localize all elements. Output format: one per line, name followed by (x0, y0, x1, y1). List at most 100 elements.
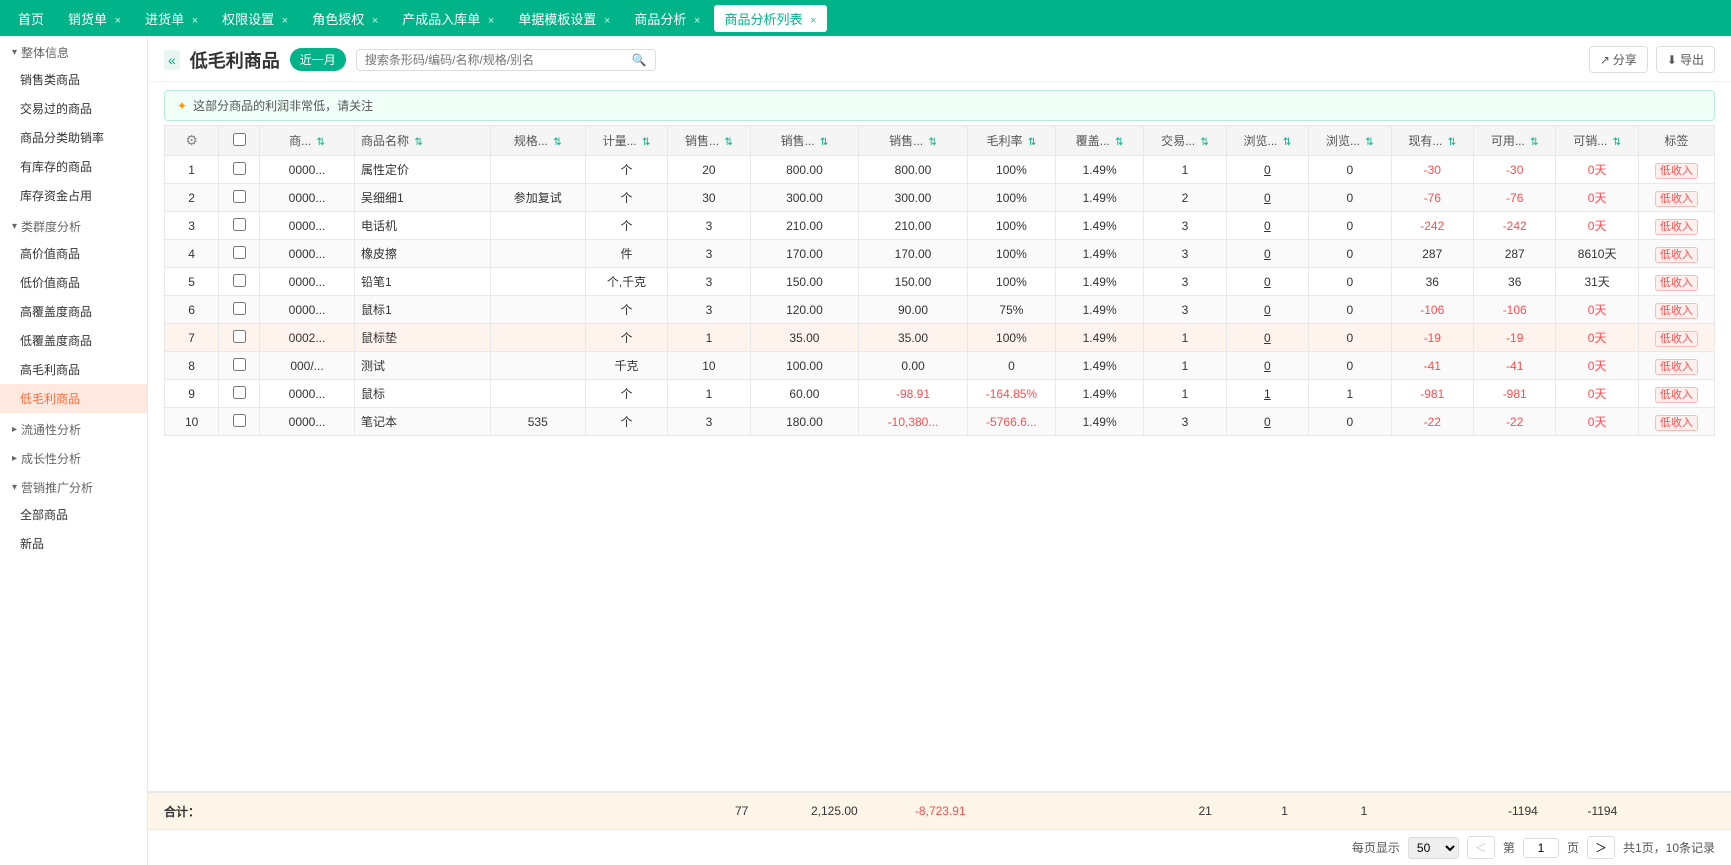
close-analysis-icon[interactable]: × (694, 15, 700, 27)
row-view1[interactable]: 0 (1226, 352, 1308, 380)
row-view1[interactable]: 1 (1226, 380, 1308, 408)
row-checkbox[interactable] (219, 240, 260, 268)
row-view1[interactable]: 0 (1226, 296, 1308, 324)
row-view1[interactable]: 0 (1226, 324, 1308, 352)
sidebar-item-high-margin[interactable]: 高毛利商品 (0, 355, 147, 384)
sidebar-item-capital[interactable]: 库存资金占用 (0, 181, 147, 210)
share-button[interactable]: ↗ 分享 (1589, 46, 1648, 73)
col-header-check[interactable] (219, 126, 260, 156)
close-roles-icon[interactable]: × (372, 15, 378, 27)
col-header-trade[interactable]: 交易... ⇅ (1144, 126, 1226, 156)
search-icon[interactable]: 🔍 (632, 53, 647, 67)
row-view2: 0 (1309, 408, 1391, 436)
sidebar-item-low-coverage[interactable]: 低覆盖度商品 (0, 326, 147, 355)
row-available: -106 (1473, 296, 1555, 324)
sidebar-group-marketing[interactable]: ▾ 营销推广分析 (0, 471, 147, 500)
row-checkbox[interactable] (219, 408, 260, 436)
sidebar-item-category-rate[interactable]: 商品分类助销率 (0, 123, 147, 152)
select-all-checkbox[interactable] (233, 133, 246, 146)
col-header-view1[interactable]: 浏览... ⇅ (1226, 126, 1308, 156)
nav-templates[interactable]: 单据模板设置 × (508, 5, 620, 32)
sidebar-group-growth[interactable]: ▸ 成长性分析 (0, 442, 147, 471)
sidebar-item-high-coverage[interactable]: 高覆盖度商品 (0, 297, 147, 326)
filter-recent-month-button[interactable]: 近一月 (290, 48, 346, 71)
row-checkbox[interactable] (219, 352, 260, 380)
col-header-spec[interactable]: 规格... ⇅ (490, 126, 585, 156)
col-header-unit[interactable]: 计量... ⇅ (585, 126, 667, 156)
row-code: 0000... (260, 408, 355, 436)
col-header-sales-profit[interactable]: 销售... ⇅ (859, 126, 968, 156)
row-unit: 个 (585, 324, 667, 352)
row-checkbox[interactable] (219, 268, 260, 296)
export-button[interactable]: ⬇ 导出 (1656, 46, 1715, 73)
row-view1[interactable]: 0 (1226, 408, 1308, 436)
nav-home[interactable]: 首页 (8, 5, 54, 32)
page-number-input[interactable] (1523, 838, 1559, 858)
close-permissions-icon[interactable]: × (282, 15, 288, 27)
col-header-name[interactable]: 商品名称 ⇅ (355, 126, 491, 156)
col-header-settings[interactable]: ⚙ (165, 126, 219, 156)
col-header-view2[interactable]: 浏览... ⇅ (1309, 126, 1391, 156)
sidebar-item-traded-goods[interactable]: 交易过的商品 (0, 94, 147, 123)
total-sales-qty: 77 (702, 799, 781, 823)
sidebar-item-new-goods[interactable]: 新品 (0, 529, 147, 558)
row-view1[interactable]: 0 (1226, 212, 1308, 240)
next-page-button[interactable]: ＞ (1587, 836, 1615, 859)
row-view2: 0 (1309, 212, 1391, 240)
sidebar-group-flow[interactable]: ▸ 流通性分析 (0, 413, 147, 442)
tag-badge: 低收入 (1655, 163, 1698, 179)
prev-page-button[interactable]: ＜ (1467, 836, 1495, 859)
row-checkbox[interactable] (219, 380, 260, 408)
row-checkbox[interactable] (219, 296, 260, 324)
row-view1[interactable]: 0 (1226, 240, 1308, 268)
col-header-coverage[interactable]: 覆盖... ⇅ (1056, 126, 1144, 156)
nav-purchase[interactable]: 进货单 × (135, 5, 208, 32)
row-checkbox[interactable] (219, 212, 260, 240)
nav-roles[interactable]: 角色授权 × (302, 5, 388, 32)
nav-analysis-list[interactable]: 商品分析列表 × (714, 5, 826, 32)
row-gross-rate: -5766.6... (967, 408, 1055, 436)
col-header-current[interactable]: 现有... ⇅ (1391, 126, 1473, 156)
sidebar-group-overall[interactable]: ▾ 整体信息 (0, 36, 147, 65)
settings-icon[interactable]: ⚙ (185, 132, 198, 148)
sidebar-item-low-value[interactable]: 低价值商品 (0, 268, 147, 297)
nav-permissions[interactable]: 权限设置 × (212, 5, 298, 32)
col-header-saleable[interactable]: 可销... ⇅ (1556, 126, 1638, 156)
alert-banner: ✦ 这部分商品的利润非常低，请关注 (164, 90, 1715, 121)
col-header-available[interactable]: 可用... ⇅ (1473, 126, 1555, 156)
sidebar-item-all-goods[interactable]: 全部商品 (0, 500, 147, 529)
col-header-sales-price[interactable]: 销售... ⇅ (750, 126, 859, 156)
row-checkbox[interactable] (219, 156, 260, 184)
nav-analysis[interactable]: 商品分析 × (624, 5, 710, 32)
footer-total: 合计： 77 2,125.00 -8,723.91 21 (148, 791, 1731, 829)
search-input[interactable] (365, 53, 628, 67)
collapse-sidebar-button[interactable]: « (164, 50, 180, 70)
row-checkbox[interactable] (219, 324, 260, 352)
row-unit: 个 (585, 184, 667, 212)
close-products-icon[interactable]: × (488, 15, 494, 27)
row-current: 36 (1391, 268, 1473, 296)
row-view1[interactable]: 0 (1226, 184, 1308, 212)
row-checkbox[interactable] (219, 184, 260, 212)
nav-sales[interactable]: 销货单 × (58, 5, 131, 32)
row-coverage: 1.49% (1056, 296, 1144, 324)
sidebar-item-high-value[interactable]: 高价值商品 (0, 239, 147, 268)
sidebar-item-sales-goods[interactable]: 销售类商品 (0, 65, 147, 94)
sidebar-item-low-margin[interactable]: 低毛利商品 (0, 384, 147, 413)
close-purchase-icon[interactable]: × (192, 15, 198, 27)
sidebar-item-in-stock[interactable]: 有库存的商品 (0, 152, 147, 181)
close-templates-icon[interactable]: × (604, 15, 610, 27)
row-sales-profit: -98.91 (859, 380, 968, 408)
row-view1[interactable]: 0 (1226, 268, 1308, 296)
row-seq: 5 (165, 268, 219, 296)
nav-products[interactable]: 产成品入库单 × (392, 5, 504, 32)
sidebar-group-cluster[interactable]: ▾ 类群度分析 (0, 210, 147, 239)
col-header-code[interactable]: 商... ⇅ (260, 126, 355, 156)
col-header-tag[interactable]: 标签 (1638, 126, 1714, 156)
per-page-select[interactable]: 50 100 200 (1408, 837, 1459, 859)
close-sales-icon[interactable]: × (115, 15, 121, 27)
close-analysis-list-icon[interactable]: × (810, 15, 816, 27)
row-view1[interactable]: 0 (1226, 156, 1308, 184)
col-header-gross-rate[interactable]: 毛利率 ⇅ (967, 126, 1055, 156)
col-header-sales-qty[interactable]: 销售... ⇅ (668, 126, 750, 156)
